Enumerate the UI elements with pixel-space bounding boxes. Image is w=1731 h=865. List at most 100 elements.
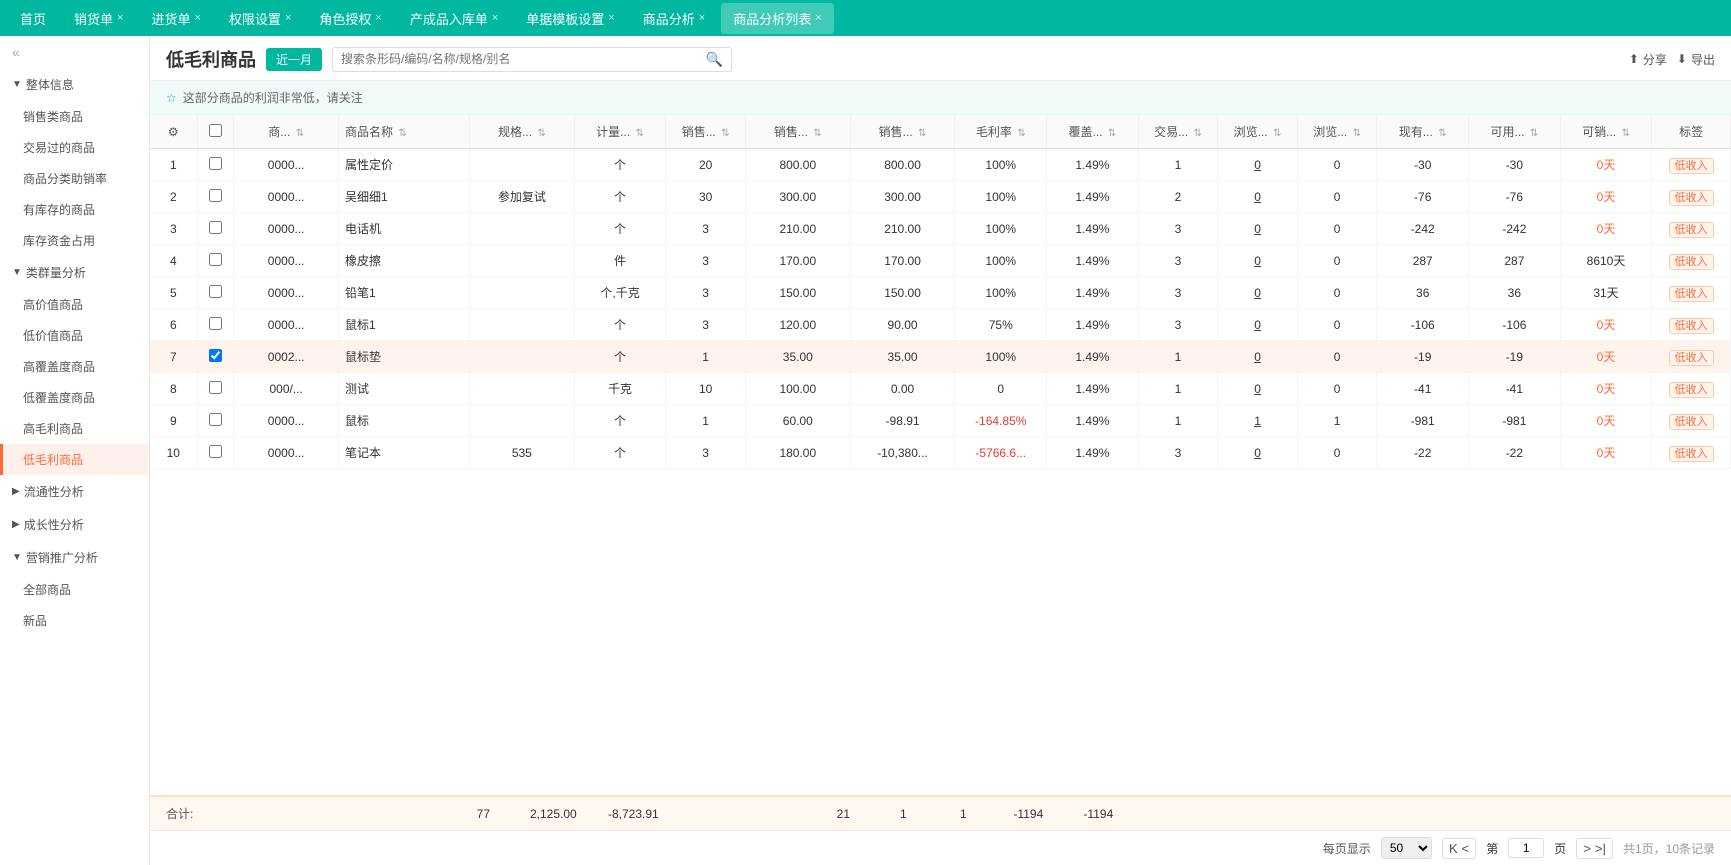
sidebar-item-category-assist[interactable]: 商品分类助销率 [0,163,149,194]
nav-product-analysis-list[interactable]: 商品分析列表 × [721,3,833,34]
row-view1[interactable]: 1 [1218,405,1298,437]
first-page-btn[interactable]: K < [1442,838,1476,859]
nav-purchase-order[interactable]: 进货单 × [139,3,212,34]
row-view1[interactable]: 0 [1218,373,1298,405]
row-view1[interactable]: 0 [1218,277,1298,309]
settings-icon[interactable]: ⚙ [168,125,179,139]
nav-close-sales-order[interactable]: × [117,12,123,24]
row-checkbox-cell[interactable] [197,245,234,277]
row-name: 属性定价 [339,149,470,181]
th-unit[interactable]: 计量... ⇅ [574,115,666,149]
sidebar-item-inventory-capital[interactable]: 库存资金占用 [0,225,149,256]
row-view1[interactable]: 0 [1218,437,1298,469]
th-spec[interactable]: 规格... ⇅ [469,115,574,149]
row-view1[interactable]: 0 [1218,309,1298,341]
next-page-btn[interactable]: > >| [1576,838,1613,859]
page-size-select[interactable]: 50 100 200 [1381,837,1432,859]
sidebar-item-low-value[interactable]: 低价值商品 [0,320,149,351]
row-checkbox[interactable] [209,381,222,394]
top-nav: 首页 销货单 × 进货单 × 权限设置 × 角色授权 × 产成品入库单 × 单据… [0,0,1731,36]
th-settings[interactable]: ⚙ [150,115,197,149]
th-code[interactable]: 商... ⇅ [234,115,339,149]
row-checkbox-cell[interactable] [197,341,234,373]
nav-role-auth[interactable]: 角色授权 × [307,3,393,34]
select-all-checkbox[interactable] [209,124,222,137]
row-checkbox[interactable] [209,285,222,298]
th-current[interactable]: 现有... ⇅ [1377,115,1469,149]
row-checkbox[interactable] [209,189,222,202]
nav-close-product-analysis[interactable]: × [699,12,705,24]
nav-product-analysis[interactable]: 商品分析 × [631,3,717,34]
sidebar-section-cluster[interactable]: ▼ 类群量分析 [0,256,149,289]
sidebar-item-high-margin[interactable]: 高毛利商品 [0,413,149,444]
nav-close-template-settings[interactable]: × [608,12,614,24]
row-checkbox-cell[interactable] [197,149,234,181]
th-sales-total[interactable]: 销售... ⇅ [850,115,955,149]
row-checkbox-cell[interactable] [197,277,234,309]
th-trade[interactable]: 交易... ⇅ [1138,115,1218,149]
row-view1[interactable]: 0 [1218,213,1298,245]
sidebar-section-marketing[interactable]: ▼ 营销推广分析 [0,541,149,574]
nav-close-product-analysis-list[interactable]: × [815,12,821,24]
nav-close-role-auth[interactable]: × [375,12,381,24]
row-view1[interactable]: 0 [1218,181,1298,213]
th-gross-rate[interactable]: 毛利率 ⇅ [955,115,1047,149]
th-cover-rate[interactable]: 覆盖... ⇅ [1047,115,1139,149]
table-row: 6 0000... 鼠标1 个 3 120.00 90.00 75% 1.49%… [150,309,1731,341]
row-checkbox[interactable] [209,221,222,234]
th-avail[interactable]: 可用... ⇅ [1469,115,1561,149]
sidebar-collapse-btn[interactable]: « [8,40,24,64]
share-button[interactable]: ⬆ 分享 [1629,51,1667,68]
sidebar-item-all-products[interactable]: 全部商品 [0,574,149,605]
th-sales-qty[interactable]: 销售... ⇅ [666,115,746,149]
th-view2[interactable]: 浏览... ⇅ [1297,115,1377,149]
sidebar-item-traded-products[interactable]: 交易过的商品 [0,132,149,163]
row-checkbox[interactable] [209,349,222,362]
sidebar-section-circulation[interactable]: ▶ 流通性分析 [0,475,149,508]
row-checkbox[interactable] [209,445,222,458]
sidebar-item-low-coverage[interactable]: 低覆盖度商品 [0,382,149,413]
row-salable: 31天 [1560,277,1652,309]
nav-template-settings[interactable]: 单据模板设置 × [514,3,626,34]
nav-sales-order[interactable]: 销货单 × [62,3,135,34]
row-checkbox[interactable] [209,317,222,330]
row-checkbox-cell[interactable] [197,437,234,469]
row-checkbox-cell[interactable] [197,309,234,341]
row-checkbox-cell[interactable] [197,181,234,213]
row-checkbox-cell[interactable] [197,405,234,437]
row-view1[interactable]: 0 [1218,341,1298,373]
nav-permission[interactable]: 权限设置 × [217,3,303,34]
sidebar-item-in-stock[interactable]: 有库存的商品 [0,194,149,225]
nav-close-purchase-order[interactable]: × [194,12,200,24]
row-view1[interactable]: 0 [1218,245,1298,277]
row-view1[interactable]: 0 [1218,149,1298,181]
row-checkbox-cell[interactable] [197,213,234,245]
row-checkbox[interactable] [209,413,222,426]
nav-close-finished-goods[interactable]: × [492,12,498,24]
th-view1[interactable]: 浏览... ⇅ [1218,115,1298,149]
sidebar-item-high-value[interactable]: 高价值商品 [0,289,149,320]
nav-home[interactable]: 首页 [8,3,58,34]
search-input[interactable] [341,52,706,66]
sidebar-item-sales-products[interactable]: 销售类商品 [0,101,149,132]
table-container[interactable]: ⚙ 商... ⇅ 商品名称 ⇅ [150,115,1731,795]
sidebar-item-low-margin[interactable]: 低毛利商品 [0,444,149,475]
row-checkbox[interactable] [209,157,222,170]
th-name[interactable]: 商品名称 ⇅ [339,115,470,149]
row-checkbox[interactable] [209,253,222,266]
page-number-input[interactable] [1508,838,1544,858]
sidebar-item-high-coverage[interactable]: 高覆盖度商品 [0,351,149,382]
sidebar-section-growth[interactable]: ▶ 成长性分析 [0,508,149,541]
date-filter-button[interactable]: 近一月 [266,48,322,71]
row-cover-rate: 1.49% [1047,309,1139,341]
th-select-all[interactable] [197,115,234,149]
export-button[interactable]: ⬇ 导出 [1677,51,1715,68]
th-salable[interactable]: 可销... ⇅ [1560,115,1652,149]
row-checkbox-cell[interactable] [197,373,234,405]
sidebar-section-overall[interactable]: ▼ 整体信息 [0,68,149,101]
th-sales-price[interactable]: 销售... ⇅ [745,115,850,149]
search-icon[interactable]: 🔍 [706,51,723,68]
nav-close-permission[interactable]: × [285,12,291,24]
sidebar-item-new-products[interactable]: 新品 [0,605,149,636]
nav-finished-goods[interactable]: 产成品入库单 × [398,3,510,34]
